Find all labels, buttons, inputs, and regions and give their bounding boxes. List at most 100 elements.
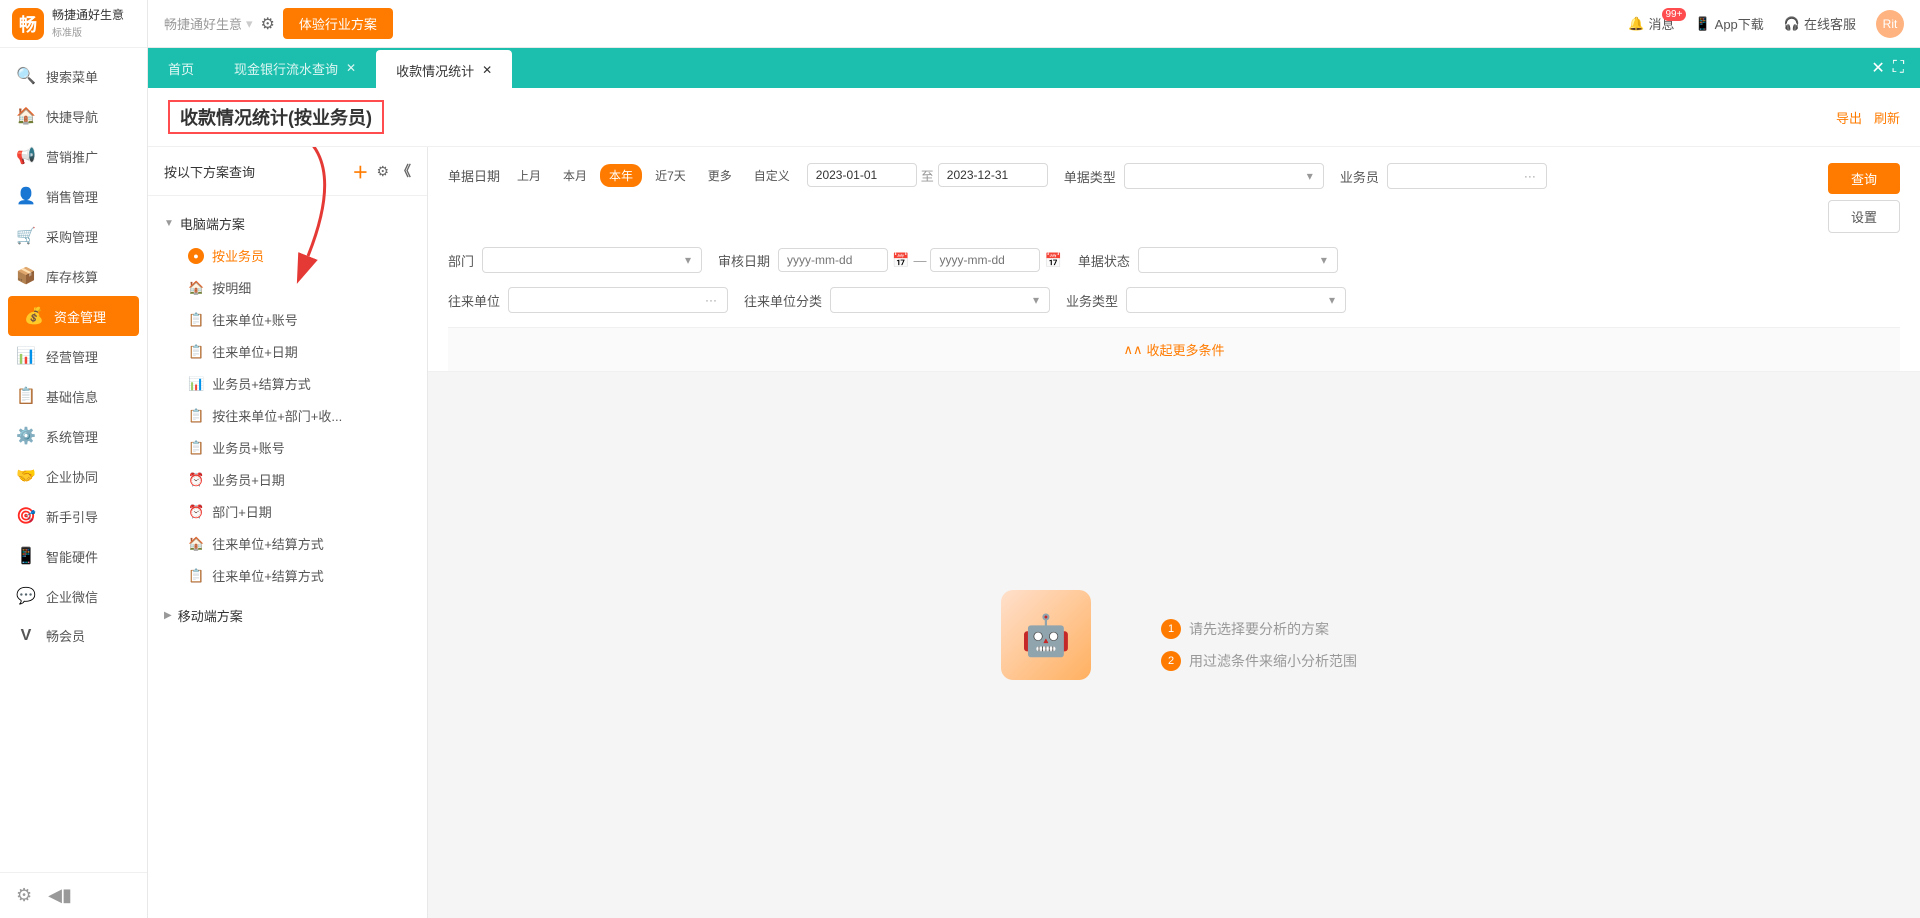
date-tag-more[interactable]: 更多 — [699, 164, 741, 187]
sidebar-footer: ⚙ ◀▮ — [0, 872, 147, 918]
trial-industry-btn[interactable]: 体验行业方案 — [283, 8, 393, 39]
date-tag-last-month[interactable]: 上月 — [508, 164, 550, 187]
sidebar-item-basics[interactable]: 📋 基础信息 — [0, 376, 147, 416]
sidebar-item-marketing[interactable]: 📢 营销推广 — [0, 136, 147, 176]
partner-more-icon[interactable]: ··· — [705, 293, 717, 307]
date-label: 单据日期 — [448, 166, 500, 185]
logo-text: 畅捷通好生意 — [52, 8, 124, 24]
salesman-more-icon: ··· — [1524, 169, 1536, 183]
scheme-item-by-salesman[interactable]: ● 按业务员 — [172, 240, 419, 271]
scheme-item-salesman-method[interactable]: 📊 业务员+结算方式 — [172, 368, 419, 399]
system-icon: ⚙️ — [16, 426, 36, 446]
sidebar-item-enterprise[interactable]: 🤝 企业协同 — [0, 456, 147, 496]
sidebar-item-smarthw[interactable]: 📱 智能硬件 — [0, 536, 147, 576]
sidebar-item-search[interactable]: 🔍 搜索菜单 — [0, 56, 147, 96]
review-date-from[interactable] — [778, 248, 888, 272]
date-tag-custom[interactable]: 自定义 — [745, 164, 799, 187]
doc-type-select[interactable]: ▾ — [1124, 163, 1324, 189]
partner-select[interactable]: ··· — [508, 287, 728, 313]
scheme-panel: 按以下方案查询 ＋ ⚙ 《 — [148, 147, 428, 918]
scheme-add-icon[interactable]: ＋ — [352, 159, 368, 183]
page-header: 收款情况统计(按业务员) 导出 刷新 — [148, 88, 1920, 147]
scheme-item-unit-date[interactable]: 📋 往来单位+日期 — [172, 336, 419, 367]
wechat-icon: 💬 — [16, 586, 36, 606]
scheme-item-unit-account[interactable]: 📋 往来单位+账号 — [172, 304, 419, 335]
salesman-select[interactable]: ··· — [1387, 163, 1547, 189]
sidebar-item-member[interactable]: V 畅会员 — [0, 616, 147, 655]
sidebar-item-purchase[interactable]: 🛒 采购管理 — [0, 216, 147, 256]
sidebar-item-finance[interactable]: 💰 资金管理 — [8, 296, 139, 336]
scheme-item-unit-method1[interactable]: 🏠 往来单位+结算方式 — [172, 528, 419, 559]
scheme-item-by-detail[interactable]: 🏠 按明细 — [172, 272, 419, 303]
download-icon: 📱 — [1694, 16, 1710, 32]
scheme-item-salesman-acct[interactable]: 📋 业务员+账号 — [172, 432, 419, 463]
collapse-sidebar-icon[interactable]: ◀▮ — [48, 885, 72, 906]
cal-icon-from[interactable]: 📅 — [892, 252, 909, 269]
doc-status-chevron: ▾ — [1321, 253, 1327, 267]
doc-status-select[interactable]: ▾ — [1138, 247, 1338, 273]
date-quick-tags: 上月 本月 本年 近7天 更多 自定义 — [508, 164, 799, 187]
sidebar-item-sales[interactable]: 👤 销售管理 — [0, 176, 147, 216]
notifications-btn[interactable]: 🔔 消息 99+ — [1628, 14, 1674, 33]
partner-cat-select[interactable]: ▾ — [830, 287, 1050, 313]
online-service-btn[interactable]: 🎧 在线客服 — [1784, 14, 1856, 33]
marketing-icon: 📢 — [16, 146, 36, 166]
sidebar-nav: 🔍 搜索菜单 🏠 快捷导航 📢 营销推广 👤 销售管理 🛒 采购管理 📦 库存核… — [0, 48, 147, 872]
enterprise-icon: 🤝 — [16, 466, 36, 486]
date-dash: 至 — [921, 166, 934, 185]
scheme-item-salesman-date[interactable]: ⏰ 业务员+日期 — [172, 464, 419, 495]
review-date-to[interactable] — [930, 248, 1040, 272]
date-tag-7days[interactable]: 近7天 — [646, 164, 695, 187]
scheme-group-mobile: ▶ 移动端方案 — [148, 596, 427, 635]
collapse-filter-bar[interactable]: ∧∧ 收起更多条件 — [448, 327, 1900, 371]
newbie-icon: 🎯 — [16, 506, 36, 526]
step1-text: 请先选择要分析的方案 — [1189, 619, 1329, 639]
sidebar-item-operations[interactable]: 📊 经营管理 — [0, 336, 147, 376]
export-btn[interactable]: 导出 — [1836, 108, 1862, 127]
scheme-panel-header: 按以下方案查询 ＋ ⚙ 《 — [148, 147, 427, 196]
scheme-item-unit-dept[interactable]: 📋 按往来单位+部门+收... — [172, 400, 419, 431]
sidebar-item-system[interactable]: ⚙️ 系统管理 — [0, 416, 147, 456]
review-date-label: 审核日期 — [718, 251, 770, 270]
refresh-btn[interactable]: 刷新 — [1874, 108, 1900, 127]
step2-text: 用过滤条件来缩小分析范围 — [1189, 651, 1357, 671]
biz-type-select[interactable]: ▾ — [1126, 287, 1346, 313]
scheme-item-icon-detail: 🏠 — [188, 280, 204, 296]
expand-icon: ▼ — [164, 218, 174, 229]
tab-home[interactable]: 首页 — [148, 48, 214, 88]
query-btn[interactable]: 查询 — [1828, 163, 1900, 194]
scheme-item-dept-date[interactable]: ⏰ 部门+日期 — [172, 496, 419, 527]
scheme-gear-icon[interactable]: ⚙ — [376, 163, 389, 180]
window-close-icon[interactable]: ✕ — [1871, 58, 1884, 78]
cal-icon-to[interactable]: 📅 — [1044, 252, 1061, 269]
scheme-group-mobile-header[interactable]: ▶ 移动端方案 — [148, 600, 427, 631]
user-avatar[interactable]: Rit — [1876, 10, 1904, 38]
scheme-collapse-icon[interactable]: 《 — [397, 161, 411, 181]
biz-type-label: 业务类型 — [1066, 291, 1118, 310]
tab-collection-stats[interactable]: 收款情况统计 ✕ — [376, 50, 512, 90]
scheme-group-desktop-header[interactable]: ▼ 电脑端方案 — [148, 208, 427, 239]
member-icon: V — [16, 627, 36, 645]
sidebar-item-newbie[interactable]: 🎯 新手引导 — [0, 496, 147, 536]
tab-bank-flow-close[interactable]: ✕ — [346, 61, 356, 75]
empty-state-area: 🤖 1 请先选择要分析的方案 2 用过滤条件来缩小分析范围 — [428, 372, 1920, 918]
tab-collection-stats-close[interactable]: ✕ — [482, 63, 492, 77]
window-maximize-icon[interactable]: ⛶ — [1893, 59, 1904, 77]
settings-btn-topbar[interactable]: ⚙ — [261, 14, 275, 34]
filter-settings-btn[interactable]: 设置 — [1828, 200, 1900, 233]
date-tag-this-month[interactable]: 本月 — [554, 164, 596, 187]
settings-footer-icon[interactable]: ⚙ — [16, 885, 32, 906]
date-to-input[interactable] — [938, 163, 1048, 187]
date-from-input[interactable] — [807, 163, 917, 187]
dept-select[interactable]: ▾ — [482, 247, 702, 273]
step2-num: 2 — [1161, 651, 1181, 671]
app-download-btn[interactable]: 📱 App下载 — [1694, 14, 1763, 33]
sidebar-item-quicknav[interactable]: 🏠 快捷导航 — [0, 96, 147, 136]
scheme-item-unit-method2[interactable]: 📋 往来单位+结算方式 — [172, 560, 419, 591]
tab-bank-flow[interactable]: 现金银行流水查询 ✕ — [214, 48, 376, 88]
date-tag-this-year[interactable]: 本年 — [600, 164, 642, 187]
empty-illustration: 🤖 — [991, 590, 1101, 700]
sidebar-item-wechat[interactable]: 💬 企业微信 — [0, 576, 147, 616]
sidebar-item-inventory[interactable]: 📦 库存核算 — [0, 256, 147, 296]
main-area: 畅捷通好生意 ▾ ⚙ 体验行业方案 🔔 消息 99+ 📱 App下载 🎧 在线客… — [148, 0, 1920, 918]
